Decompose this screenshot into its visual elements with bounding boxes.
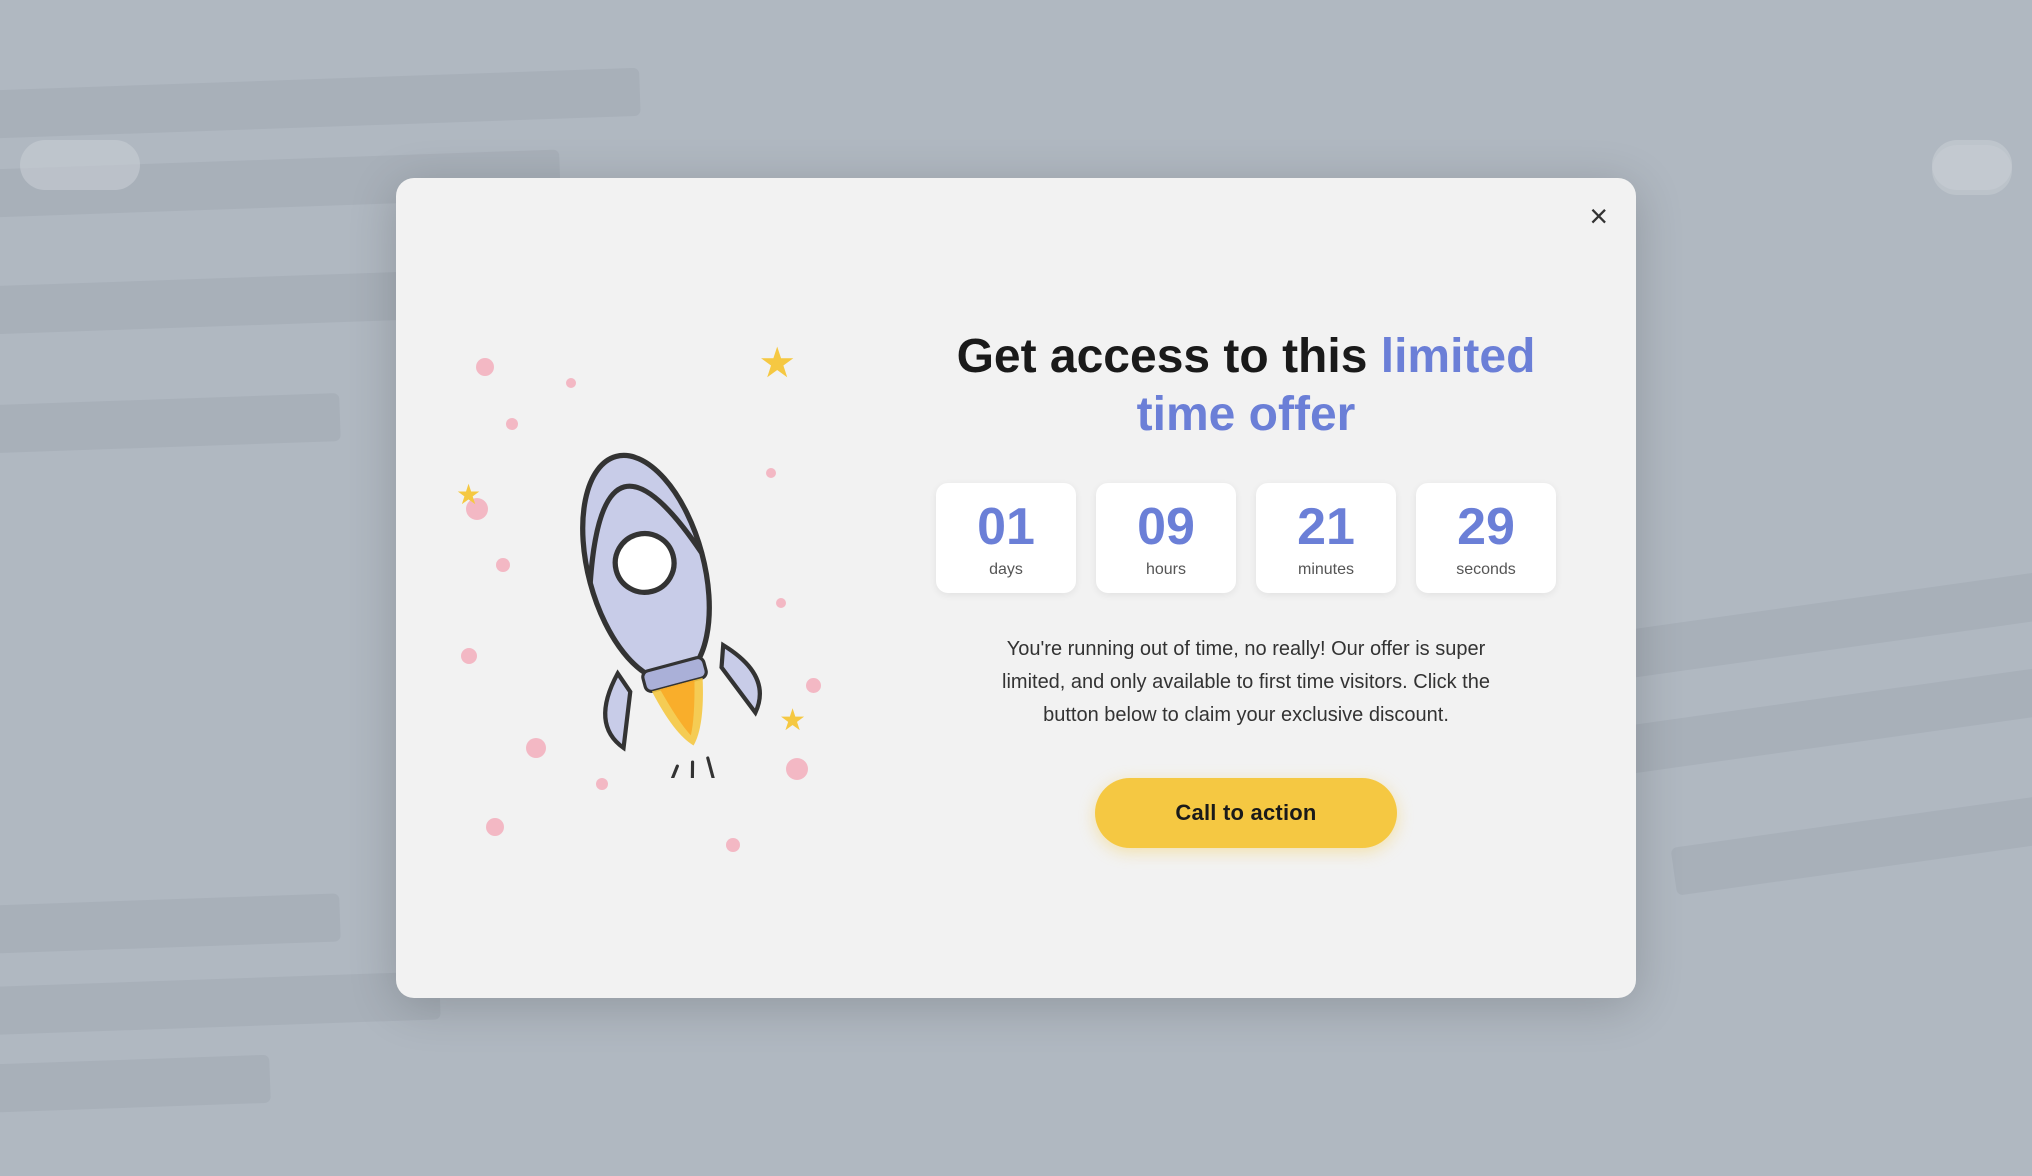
modal-description: You're running out of time, no really! O… [976,633,1516,732]
modal: × ★ ★ ★ [396,178,1636,998]
close-button[interactable]: × [1589,200,1608,232]
modal-illustration: ★ ★ ★ [396,178,876,998]
countdown-hours-value: 09 [1137,501,1195,553]
countdown-minutes-value: 21 [1297,501,1355,553]
countdown-timer: 01 days 09 hours 21 minutes 29 seconds [936,483,1556,593]
countdown-days: 01 days [936,483,1076,593]
side-element-right-toggle [1932,145,2012,195]
modal-content: Get access to this limited time offer 01… [876,178,1636,998]
countdown-minutes-label: minutes [1298,561,1354,579]
countdown-minutes: 21 minutes [1256,483,1396,593]
rocket-container: ★ ★ ★ [446,298,826,878]
countdown-seconds-label: seconds [1456,561,1516,579]
side-element-left [20,140,140,190]
rocket-illustration [506,358,786,778]
modal-title: Get access to this limited time offer [936,328,1556,443]
countdown-seconds-value: 29 [1457,501,1515,553]
countdown-days-label: days [989,561,1023,579]
cta-button[interactable]: Call to action [1095,778,1396,848]
countdown-hours-label: hours [1146,561,1186,579]
star-left: ★ [456,478,481,511]
title-text-part1: Get access to this [957,330,1381,383]
countdown-hours: 09 hours [1096,483,1236,593]
countdown-days-value: 01 [977,501,1035,553]
countdown-seconds: 29 seconds [1416,483,1556,593]
